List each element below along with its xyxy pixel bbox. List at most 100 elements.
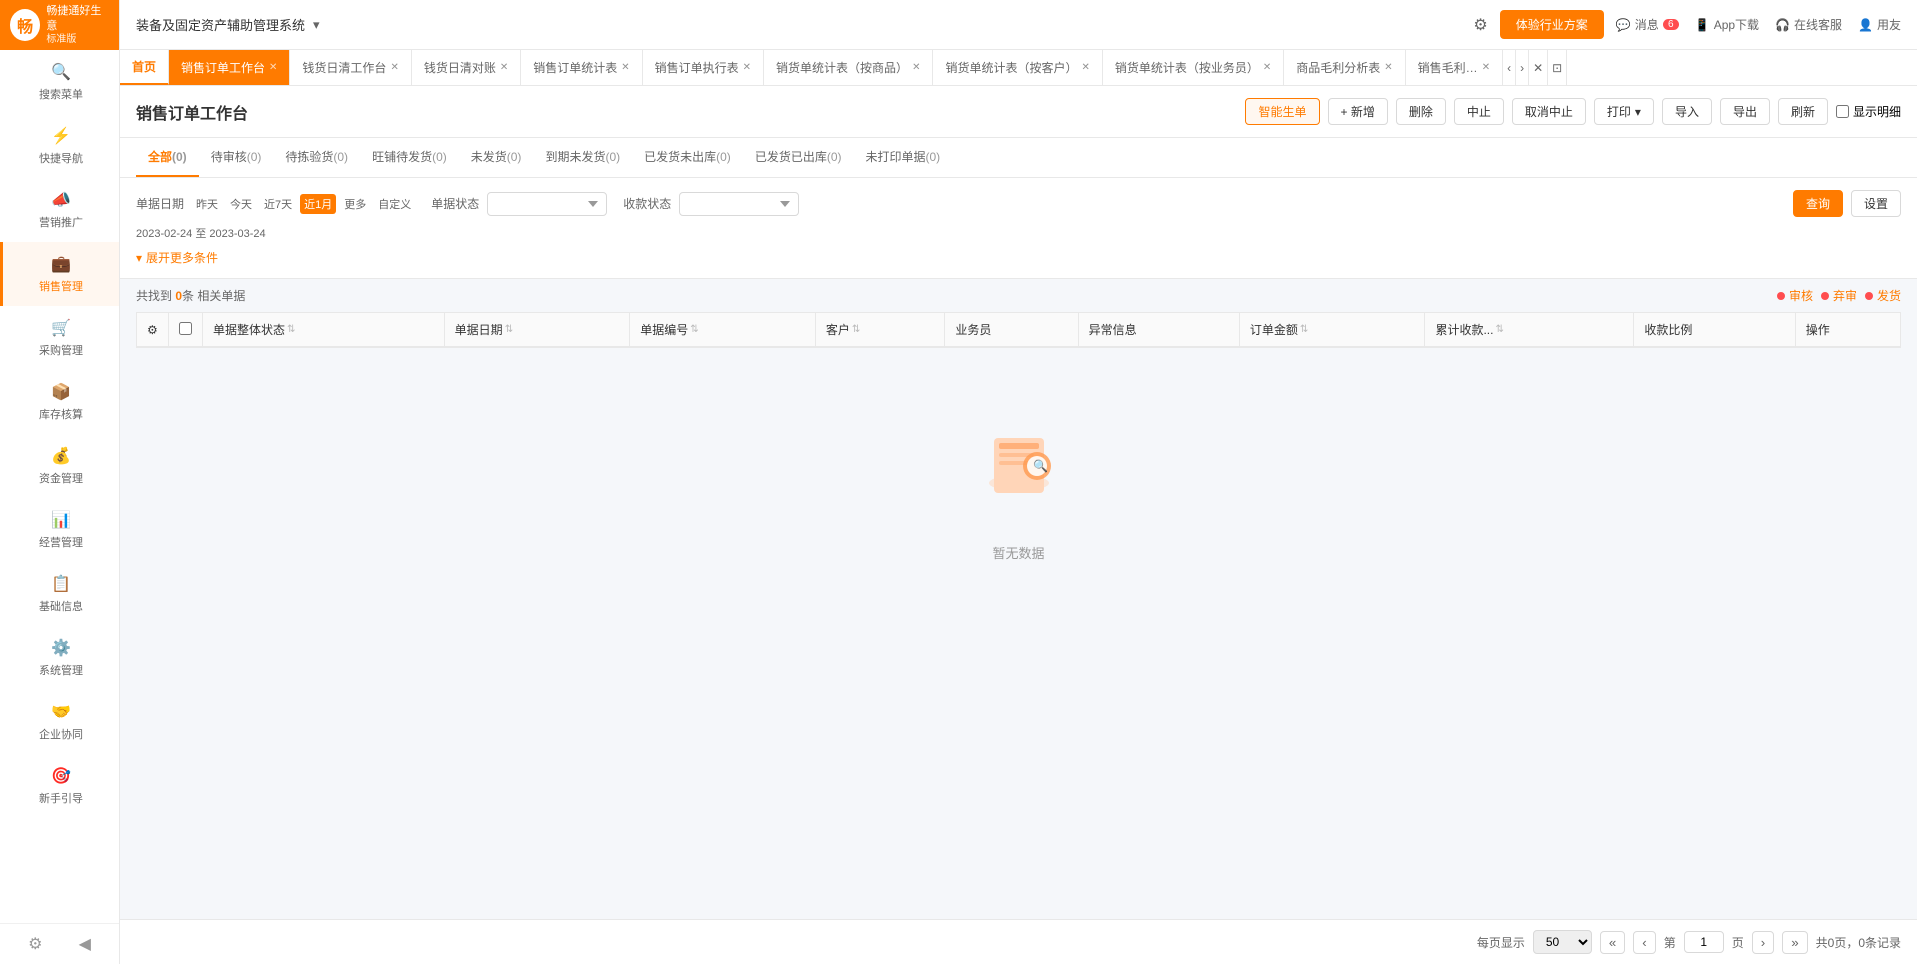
date-quick-1[interactable]: 今天 xyxy=(226,194,256,214)
tab-8[interactable]: 销货单统计表（按业务员）✕ xyxy=(1103,50,1284,85)
sort-status[interactable]: 单据整体状态 ⇅ xyxy=(213,321,434,338)
delete-button[interactable]: 删除 xyxy=(1396,98,1446,125)
tab-menu-nav[interactable]: ⊡ xyxy=(1548,50,1567,85)
tab-1[interactable]: 销售订单工作台✕ xyxy=(169,50,290,85)
table-action-2[interactable]: 发货 xyxy=(1865,287,1901,304)
user-item[interactable]: 👤 用友 xyxy=(1858,16,1901,33)
tab-close-10[interactable]: ✕ xyxy=(1482,62,1490,73)
sidebar-item-4[interactable]: 🛒 采购管理 xyxy=(0,306,119,370)
settings-icon[interactable]: ⚙ xyxy=(28,934,42,954)
tab-7[interactable]: 销货单统计表（按客户）✕ xyxy=(933,50,1102,85)
tab-4[interactable]: 销售订单统计表✕ xyxy=(521,50,642,85)
online-service-item[interactable]: 🎧 在线客服 xyxy=(1775,16,1842,33)
tab-close-7[interactable]: ✕ xyxy=(1081,62,1089,73)
tab-close-4[interactable]: ✕ xyxy=(621,62,629,73)
sidebar-item-0[interactable]: 🔍 搜索菜单 xyxy=(0,50,119,114)
col-settings[interactable]: ⚙ xyxy=(137,313,169,348)
table-action-1[interactable]: 弃审 xyxy=(1821,287,1857,304)
tab-5[interactable]: 销售订单执行表✕ xyxy=(643,50,764,85)
filter-tab-0[interactable]: 全部(0) xyxy=(136,138,199,177)
last-page-button[interactable]: » xyxy=(1782,931,1807,954)
sidebar-item-9[interactable]: ⚙️ 系统管理 xyxy=(0,626,119,690)
message-item[interactable]: 💬 消息 6 xyxy=(1616,16,1679,33)
detail-checkbox-input[interactable] xyxy=(1836,105,1849,118)
sort-customer[interactable]: 客户 ⇅ xyxy=(826,321,934,338)
tab-close-1[interactable]: ✕ xyxy=(269,62,277,73)
sort-collected[interactable]: 累计收款... ⇅ xyxy=(1435,321,1623,338)
date-quick-0[interactable]: 昨天 xyxy=(192,194,222,214)
page-number-input[interactable] xyxy=(1684,931,1724,953)
tab-0[interactable]: 首页 xyxy=(120,50,169,85)
status-select[interactable] xyxy=(487,192,607,216)
tab-label-3: 钱货日清对账 xyxy=(424,59,496,76)
topbar-settings-icon[interactable]: ⚙ xyxy=(1473,15,1487,35)
query-button[interactable]: 查询 xyxy=(1793,190,1843,217)
refresh-button[interactable]: 刷新 xyxy=(1778,98,1828,125)
sidebar-item-6[interactable]: 💰 资金管理 xyxy=(0,434,119,498)
sidebar-item-7[interactable]: 📊 经营管理 xyxy=(0,498,119,562)
th-operation: 操作 xyxy=(1795,313,1900,348)
tab-close-8[interactable]: ✕ xyxy=(1263,62,1271,73)
tab-close-all-nav[interactable]: ✕ xyxy=(1529,50,1548,85)
collapse-icon[interactable]: ◀ xyxy=(79,934,91,954)
sort-date[interactable]: 单据日期 ⇅ xyxy=(455,321,620,338)
smart-create-button[interactable]: 智能生单 xyxy=(1245,98,1319,125)
sidebar-item-8[interactable]: 📋 基础信息 xyxy=(0,562,119,626)
show-detail-checkbox[interactable]: 显示明细 xyxy=(1836,103,1901,120)
tab-close-6[interactable]: ✕ xyxy=(912,62,920,73)
payment-select[interactable] xyxy=(679,192,799,216)
settings-query-button[interactable]: 设置 xyxy=(1851,190,1901,217)
sidebar-icon-10: 🤝 xyxy=(51,702,71,722)
payment-field: 收款状态 xyxy=(623,192,799,216)
tab-9[interactable]: 商品毛利分析表✕ xyxy=(1284,50,1405,85)
filter-tab-7[interactable]: 已发货已出库(0) xyxy=(743,138,854,177)
next-page-button[interactable]: › xyxy=(1752,931,1774,954)
sidebar-item-11[interactable]: 🎯 新手引导 xyxy=(0,754,119,818)
filter-tab-8[interactable]: 未打印单据(0) xyxy=(854,138,953,177)
tab-close-5[interactable]: ✕ xyxy=(743,62,751,73)
import-button[interactable]: 导入 xyxy=(1662,98,1712,125)
sort-amount[interactable]: 订单金额 ⇅ xyxy=(1250,321,1415,338)
app-download-item[interactable]: 📱 App下载 xyxy=(1695,16,1759,33)
date-quick-2[interactable]: 近7天 xyxy=(260,194,296,214)
filter-tab-3[interactable]: 旺铺待发货(0) xyxy=(360,138,459,177)
tab-next-nav[interactable]: › xyxy=(1516,50,1529,85)
tab-label-0: 首页 xyxy=(132,58,156,75)
export-button[interactable]: 导出 xyxy=(1720,98,1770,125)
tab-2[interactable]: 钱货日清工作台✕ xyxy=(290,50,411,85)
filter-tab-5[interactable]: 到期未发货(0) xyxy=(533,138,632,177)
sidebar-item-10[interactable]: 🤝 企业协同 xyxy=(0,690,119,754)
first-page-button[interactable]: « xyxy=(1600,931,1625,954)
filter-tab-4[interactable]: 未发货(0) xyxy=(459,138,534,177)
sidebar-item-1[interactable]: ⚡ 快捷导航 xyxy=(0,114,119,178)
pause-button[interactable]: 中止 xyxy=(1454,98,1504,125)
solution-button[interactable]: 体验行业方案 xyxy=(1500,10,1604,39)
tab-close-3[interactable]: ✕ xyxy=(500,62,508,73)
per-page-select[interactable]: 50 10 20 100 xyxy=(1533,930,1592,954)
tab-10[interactable]: 销售毛利…✕ xyxy=(1406,50,1503,85)
filter-tab-1[interactable]: 待审核(0) xyxy=(199,138,274,177)
tab-close-9[interactable]: ✕ xyxy=(1384,62,1392,73)
tab-3[interactable]: 钱货日清对账 ✕ xyxy=(412,50,521,85)
select-all-checkbox[interactable] xyxy=(179,322,192,335)
tab-close-2[interactable]: ✕ xyxy=(390,62,398,73)
prev-page-button[interactable]: ‹ xyxy=(1633,931,1655,954)
date-quick-5[interactable]: 自定义 xyxy=(374,194,415,214)
print-button[interactable]: 打印▾ xyxy=(1594,98,1654,125)
tab-6[interactable]: 销货单统计表（按商品）✕ xyxy=(764,50,933,85)
system-dropdown-icon[interactable]: ▾ xyxy=(313,17,320,33)
date-quick-3[interactable]: 近1月 xyxy=(300,194,336,214)
tab-prev-nav[interactable]: ‹ xyxy=(1503,50,1516,85)
cancel-pause-button[interactable]: 取消中止 xyxy=(1512,98,1586,125)
sidebar-item-5[interactable]: 📦 库存核算 xyxy=(0,370,119,434)
sidebar-item-3[interactable]: 💼 销售管理 xyxy=(0,242,119,306)
expand-btn[interactable]: ▾ 展开更多条件 xyxy=(136,249,1901,266)
filter-tab-6[interactable]: 已发货未出库(0) xyxy=(632,138,743,177)
filter-tab-2[interactable]: 待拣验货(0) xyxy=(273,138,360,177)
date-quick-4[interactable]: 更多 xyxy=(340,194,370,214)
table-action-0[interactable]: 审核 xyxy=(1777,287,1813,304)
sidebar-item-2[interactable]: 📣 营销推广 xyxy=(0,178,119,242)
sort-number[interactable]: 单据编号 ⇅ xyxy=(640,321,805,338)
table-header-bar: 共找到 0条 相关单据 审核弃审发货 xyxy=(136,287,1901,304)
add-button[interactable]: + 新增 xyxy=(1328,98,1388,125)
